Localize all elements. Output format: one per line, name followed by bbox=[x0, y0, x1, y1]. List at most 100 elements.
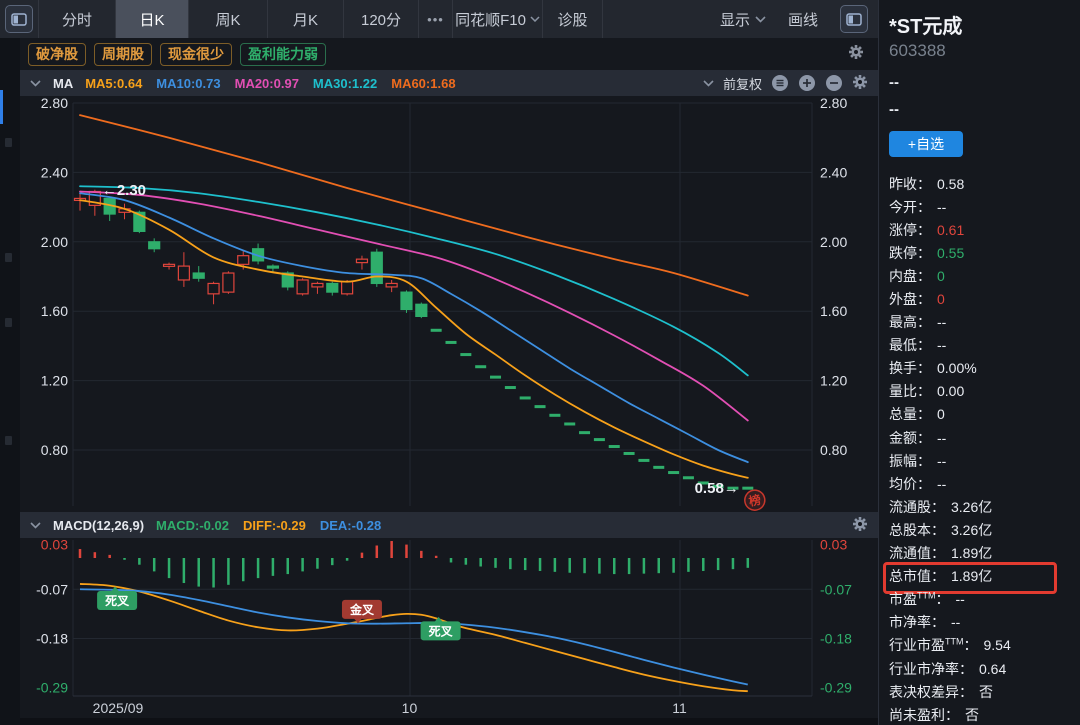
collapse-chevron-icon[interactable] bbox=[30, 80, 41, 87]
draw-line-label: 画线 bbox=[788, 9, 818, 30]
x-axis-label: 10 bbox=[402, 700, 418, 716]
ma-value: MA60:1.68 bbox=[391, 76, 455, 91]
tab-月K[interactable]: 月K bbox=[267, 0, 343, 38]
tab-120分[interactable]: 120分 bbox=[343, 0, 418, 38]
ma-value: MA20:0.97 bbox=[235, 76, 299, 91]
zoom-in-icon[interactable] bbox=[798, 74, 816, 92]
seal-stamp-icon: 榜 bbox=[743, 488, 767, 512]
panel-split-icon bbox=[5, 5, 33, 33]
rail-mark bbox=[5, 253, 12, 262]
svg-text:0.80: 0.80 bbox=[41, 442, 68, 458]
menu-f10[interactable]: 同花顺F10 bbox=[452, 0, 542, 38]
stat-row: 跌停： 0.55 bbox=[879, 241, 1080, 264]
adjust-mode-dropdown[interactable]: 前复权 bbox=[723, 74, 762, 93]
draw-line-button[interactable]: 画线 bbox=[788, 9, 818, 30]
stat-label: 表决权差异： bbox=[889, 682, 973, 702]
gear-icon bbox=[852, 516, 868, 532]
stat-label: 总量： bbox=[889, 404, 931, 424]
ma-settings-gear-icon[interactable] bbox=[852, 74, 868, 93]
svg-text:-0.18: -0.18 bbox=[820, 630, 852, 646]
stat-row: 总股本：3.26亿 bbox=[879, 518, 1080, 541]
indicator-list-icon[interactable] bbox=[771, 74, 789, 92]
menu-f10-label: 同花顺F10 bbox=[455, 9, 526, 30]
macd-value: DEA:-0.28 bbox=[320, 518, 381, 533]
svg-text:死叉: 死叉 bbox=[105, 594, 130, 608]
current-price: -- bbox=[889, 74, 899, 91]
ma-line-MA30 bbox=[80, 186, 748, 375]
stat-row: 今开： -- bbox=[879, 195, 1080, 218]
zoom-out-icon[interactable] bbox=[825, 74, 843, 92]
death-cross-badge: 死叉 bbox=[421, 617, 461, 641]
macd-chart[interactable]: 0.030.03-0.07-0.07-0.18-0.18-0.29-0.2920… bbox=[20, 538, 878, 725]
stat-row: 流通值：1.89亿 bbox=[879, 542, 1080, 565]
svg-text:金叉: 金叉 bbox=[349, 602, 375, 617]
tab-•••[interactable]: ••• bbox=[418, 0, 452, 38]
stat-row: 涨停：0.61 bbox=[879, 218, 1080, 241]
collapse-chevron-icon[interactable] bbox=[30, 522, 41, 529]
stat-value: -- bbox=[937, 476, 946, 492]
sidebar-toggle-button[interactable] bbox=[0, 0, 38, 38]
svg-text:2.40: 2.40 bbox=[820, 164, 847, 180]
svg-text:-0.07: -0.07 bbox=[820, 581, 852, 597]
stat-value: 0.55 bbox=[937, 245, 964, 261]
ma-header-tools: 前复权 bbox=[703, 74, 868, 93]
panel-split-icon bbox=[846, 13, 862, 26]
gear-icon bbox=[848, 44, 864, 60]
stat-value: -- bbox=[956, 591, 965, 607]
add-watchlist-button[interactable]: +自选 bbox=[889, 131, 963, 157]
stat-label: 流通值： bbox=[889, 543, 945, 563]
macd-settings-gear-icon[interactable] bbox=[852, 516, 868, 535]
stat-value: -- bbox=[937, 314, 946, 330]
stat-value: -- bbox=[937, 453, 946, 469]
right-panel-toggle-button[interactable] bbox=[840, 5, 868, 33]
stat-label: 今开： bbox=[889, 197, 931, 217]
svg-text:-0.29: -0.29 bbox=[36, 680, 68, 696]
concept-tag[interactable]: 盈利能力弱 bbox=[240, 43, 326, 66]
stat-label: 金额： bbox=[889, 428, 931, 448]
stat-row: 金额：-- bbox=[879, 426, 1080, 449]
stat-row: 最高：-- bbox=[879, 311, 1080, 334]
stat-value: 0 bbox=[937, 406, 945, 422]
top-toolbar: 分时日K周K月K120分••• 同花顺F10 诊股 显示 画线 bbox=[0, 0, 878, 38]
stat-row: 量比：0.00 bbox=[879, 380, 1080, 403]
concept-tag[interactable]: 破净股 bbox=[28, 43, 86, 66]
svg-text:2.00: 2.00 bbox=[820, 234, 847, 250]
tab-周K[interactable]: 周K bbox=[188, 0, 267, 38]
stat-label: 市盈TTM： bbox=[889, 589, 950, 609]
svg-text:2.00: 2.00 bbox=[41, 234, 68, 250]
tag-settings-gear-icon[interactable] bbox=[848, 44, 864, 65]
stat-label: 昨收： bbox=[889, 174, 931, 194]
display-menu[interactable]: 显示 bbox=[720, 9, 766, 30]
ma-value: MA10:0.73 bbox=[156, 76, 220, 91]
ma-value: MA30:1.22 bbox=[313, 76, 377, 91]
rail-active-indicator bbox=[0, 90, 3, 124]
stock-code: 603388 bbox=[889, 41, 946, 61]
concept-tag-row: 破净股周期股现金很少盈利能力弱 bbox=[20, 38, 878, 70]
display-label: 显示 bbox=[720, 9, 750, 30]
svg-text:0.80: 0.80 bbox=[820, 442, 847, 458]
chevron-down-icon[interactable] bbox=[703, 80, 714, 87]
tab-分时[interactable]: 分时 bbox=[38, 0, 115, 38]
concept-tag[interactable]: 现金很少 bbox=[160, 43, 232, 66]
stat-label: 跌停： bbox=[889, 243, 931, 263]
macd-indicator-header: MACD(12,26,9) MACD:-0.02DIFF:-0.29DEA:-0… bbox=[20, 512, 878, 538]
stat-value: 0.64 bbox=[979, 661, 1006, 677]
stat-row: 外盘：0 bbox=[879, 287, 1080, 310]
menu-diagnose[interactable]: 诊股 bbox=[542, 0, 603, 38]
gear-icon bbox=[852, 74, 868, 90]
stock-name: *ST元成 bbox=[889, 10, 962, 39]
tab-日K[interactable]: 日K bbox=[115, 0, 188, 38]
rail-mark bbox=[5, 318, 12, 327]
stat-row: 最低：-- bbox=[879, 334, 1080, 357]
stat-row: 均价：-- bbox=[879, 472, 1080, 495]
stat-value: -- bbox=[937, 199, 946, 215]
price-chart[interactable]: 2.802.802.402.402.002.001.601.601.201.20… bbox=[20, 96, 878, 512]
stat-row: 行业市盈TTM：9.54 bbox=[879, 634, 1080, 657]
stat-label: 尚未盈利： bbox=[889, 705, 959, 725]
price-change: -- bbox=[889, 101, 899, 118]
stat-row: 市盈TTM： -- bbox=[879, 588, 1080, 611]
concept-tag[interactable]: 周期股 bbox=[94, 43, 152, 66]
high-price-annotation: ←2.30 bbox=[102, 182, 146, 199]
x-axis-label: 11 bbox=[672, 700, 687, 716]
stat-value: 否 bbox=[979, 682, 993, 702]
